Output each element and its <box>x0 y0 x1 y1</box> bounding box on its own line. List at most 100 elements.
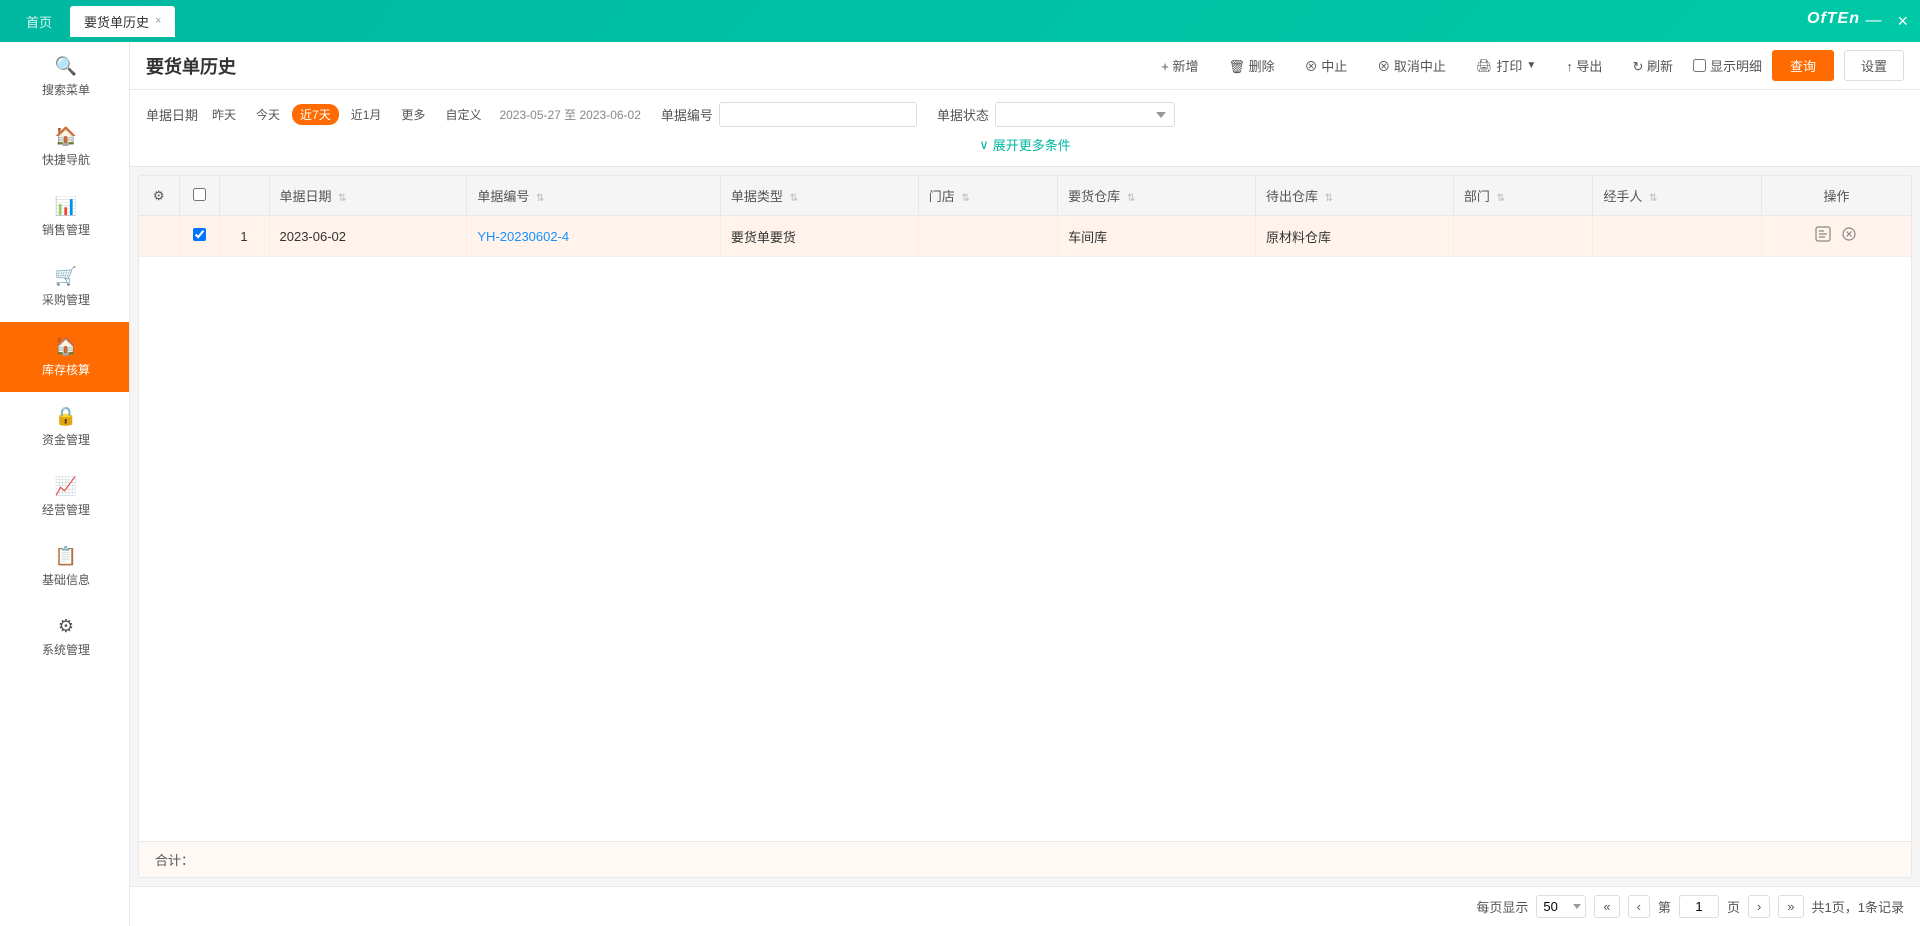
main-layout: 🔍 搜索菜单 🏠 快捷导航 📊 销售管理 🛒 采购管理 🏠 库存核算 🔒 资金管… <box>0 42 1920 926</box>
col-doc-number: 单据编号 ⇅ <box>467 176 721 216</box>
window-close-btn[interactable]: × <box>1897 11 1908 32</box>
date-btn-yesterday[interactable]: 昨天 <box>204 104 244 125</box>
filter-row: 单据日期 昨天 今天 近7天 近1月 更多 自定义 2023-05-27 至 2… <box>146 102 1904 127</box>
sidebar-item-quick-nav[interactable]: 🏠 快捷导航 <box>0 112 129 182</box>
col-checkbox <box>179 176 219 216</box>
settings-gear-icon[interactable]: ⚙ <box>153 188 165 203</box>
row-checkbox[interactable] <box>193 228 206 241</box>
display-detail-label: 显示明细 <box>1710 56 1762 75</box>
sort-req-warehouse-icon[interactable]: ⇅ <box>1127 193 1135 204</box>
sidebar-item-base-info[interactable]: 📋 基础信息 <box>0 532 129 602</box>
sort-store-icon[interactable]: ⇅ <box>961 193 969 204</box>
page-title: 要货单历史 <box>146 53 236 79</box>
date-btn-7days[interactable]: 近7天 <box>292 104 339 125</box>
sidebar-item-ops-mgmt[interactable]: 📈 经营管理 <box>0 462 129 532</box>
date-btn-custom[interactable]: 自定义 <box>437 104 489 125</box>
sort-department-icon[interactable]: ⇅ <box>1497 193 1505 204</box>
row-store <box>918 216 1057 257</box>
row-req-warehouse: 车间库 <box>1058 216 1256 257</box>
window-minimize-btn[interactable]: — <box>1865 12 1881 30</box>
display-detail-checkbox[interactable] <box>1693 59 1706 72</box>
status-select[interactable] <box>995 102 1175 127</box>
row-edit-btn[interactable] <box>1813 224 1833 248</box>
sidebar-item-finance-mgmt-label: 资金管理 <box>42 431 90 448</box>
col-doc-date: 单据日期 ⇅ <box>269 176 467 216</box>
tab-home-label: 首页 <box>26 12 52 31</box>
sidebar-item-purchase-mgmt[interactable]: 🛒 采购管理 <box>0 252 129 322</box>
status-label: 单据状态 <box>937 105 989 124</box>
sort-doc-date-icon[interactable]: ⇅ <box>338 193 346 204</box>
doc-number-link[interactable]: YH-20230602-4 <box>477 229 569 244</box>
tab-close-icon[interactable]: × <box>155 15 161 27</box>
col-settings[interactable]: ⚙ <box>139 176 179 216</box>
inventory-calc-icon: 🏠 <box>55 336 77 357</box>
next-page-btn[interactable]: › <box>1748 895 1770 918</box>
print-button[interactable]: 🖨 打印 ▼ <box>1466 51 1546 80</box>
tab-requisition-history[interactable]: 要货单历史 × <box>70 6 175 37</box>
last-page-btn[interactable]: » <box>1778 895 1803 918</box>
row-doc-type: 要货单要货 <box>720 216 918 257</box>
col-pending-warehouse-label: 待出仓库 <box>1266 189 1318 204</box>
row-handler <box>1593 216 1762 257</box>
sales-mgmt-icon: 📊 <box>55 196 77 217</box>
sort-handler-icon[interactable]: ⇅ <box>1649 193 1657 204</box>
expand-more-btn[interactable]: ∨ 展开更多条件 <box>146 135 1904 154</box>
content-area: 要货单历史 + 新增 🗑 删除 ⊗ 中止 ⊗ 取消中止 🖨 打印 ▼ ↑ 导出 … <box>130 42 1920 926</box>
doc-number-filter-group: 单据编号 <box>661 102 917 127</box>
sidebar-item-base-info-label: 基础信息 <box>42 571 90 588</box>
delete-button[interactable]: 🗑 删除 <box>1219 51 1285 80</box>
date-btn-today[interactable]: 今天 <box>248 104 288 125</box>
col-department-label: 部门 <box>1464 189 1490 204</box>
sidebar-item-sys-mgmt[interactable]: ⚙ 系统管理 <box>0 602 129 672</box>
sidebar-item-search-menu-label: 搜索菜单 <box>42 81 90 98</box>
query-button[interactable]: 查询 <box>1772 50 1834 81</box>
first-page-btn[interactable]: « <box>1594 895 1619 918</box>
total-label: 合计： <box>155 853 194 868</box>
row-delete-btn[interactable] <box>1839 224 1859 248</box>
doc-number-label: 单据编号 <box>661 105 713 124</box>
export-button[interactable]: ↑ 导出 <box>1556 51 1612 80</box>
suspend-button[interactable]: ⊗ 中止 <box>1295 51 1358 80</box>
tab-bar: 首页 要货单历史 × <box>12 6 1865 37</box>
sort-pending-warehouse-icon[interactable]: ⇅ <box>1325 193 1333 204</box>
row-doc-date: 2023-06-02 <box>269 216 467 257</box>
new-button[interactable]: + 新增 <box>1151 51 1208 80</box>
cancel-suspend-button[interactable]: ⊗ 取消中止 <box>1367 51 1456 80</box>
tab-requisition-label: 要货单历史 <box>84 12 149 31</box>
row-settings <box>139 216 179 257</box>
display-detail-toggle[interactable]: 显示明细 <box>1693 56 1762 75</box>
col-doc-date-label: 单据日期 <box>280 189 332 204</box>
prev-page-btn[interactable]: ‹ <box>1628 895 1650 918</box>
date-btn-1month[interactable]: 近1月 <box>343 104 390 125</box>
topbar-right-controls: — × <box>1865 11 1908 32</box>
sidebar-item-inventory-calc[interactable]: 🏠 库存核算 <box>0 322 129 392</box>
page-number-input[interactable] <box>1679 895 1719 918</box>
doc-number-input[interactable] <box>719 102 917 127</box>
sort-doc-number-icon[interactable]: ⇅ <box>536 193 544 204</box>
sort-doc-type-icon[interactable]: ⇅ <box>790 193 798 204</box>
search-menu-icon: 🔍 <box>55 56 77 77</box>
date-range-display: 2023-05-27 至 2023-06-02 <box>499 106 640 123</box>
sidebar-item-finance-mgmt[interactable]: 🔒 资金管理 <box>0 392 129 462</box>
table-footer: 合计： <box>139 841 1911 877</box>
row-doc-number: YH-20230602-4 <box>467 216 721 257</box>
col-req-warehouse: 要货仓库 ⇅ <box>1058 176 1256 216</box>
purchase-mgmt-icon: 🛒 <box>55 266 77 287</box>
expand-more-icon: ∨ <box>979 137 989 153</box>
col-store-label: 门店 <box>929 189 955 204</box>
date-btn-more[interactable]: 更多 <box>393 104 433 125</box>
refresh-button[interactable]: ↻ 刷新 <box>1622 51 1683 80</box>
sidebar-item-sales-mgmt[interactable]: 📊 销售管理 <box>0 182 129 252</box>
ops-mgmt-icon: 📈 <box>55 476 77 497</box>
row-num: 1 <box>219 216 269 257</box>
col-operations: 操作 <box>1761 176 1911 216</box>
sidebar-item-search-menu[interactable]: 🔍 搜索菜单 <box>0 42 129 112</box>
print-label: 打印 <box>1496 56 1522 75</box>
sidebar-item-purchase-mgmt-label: 采购管理 <box>42 291 90 308</box>
table-scroll[interactable]: ⚙ 单据日期 ⇅ 单据编号 <box>139 176 1911 841</box>
page-size-select[interactable]: 50 10 20 100 <box>1536 895 1586 918</box>
settings-button[interactable]: 设置 <box>1844 50 1904 81</box>
tab-home[interactable]: 首页 <box>12 6 66 37</box>
select-all-checkbox[interactable] <box>193 188 206 201</box>
filter-area: 单据日期 昨天 今天 近7天 近1月 更多 自定义 2023-05-27 至 2… <box>130 90 1920 167</box>
